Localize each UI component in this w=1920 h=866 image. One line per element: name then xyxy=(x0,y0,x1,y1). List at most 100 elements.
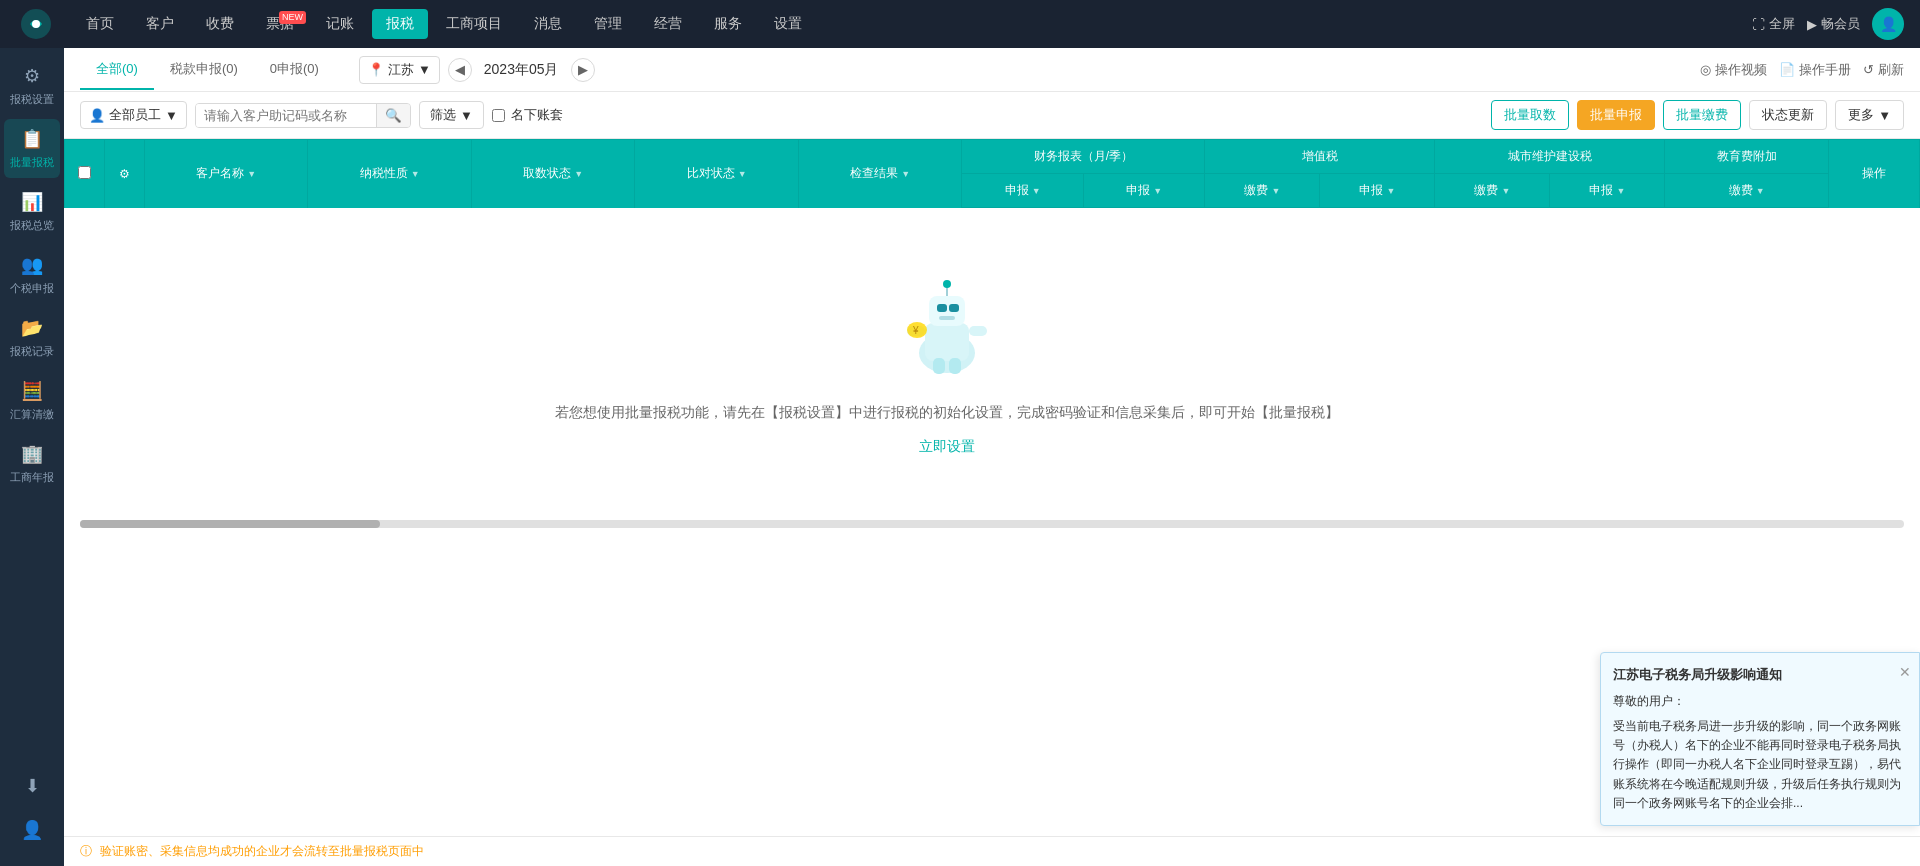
th-sort-customer[interactable]: 客户名称 xyxy=(196,165,256,182)
th-city-tax: 城市维护建设税 xyxy=(1435,140,1665,174)
tab-all[interactable]: 全部(0) xyxy=(80,50,154,90)
setup-link[interactable]: 立即设置 xyxy=(919,438,975,456)
batch-report-btn[interactable]: 批量申报 xyxy=(1577,100,1655,130)
svg-rect-12 xyxy=(933,358,945,374)
sidebar-item-annual-report[interactable]: 🏢 工商年报 xyxy=(4,434,60,493)
member-icon: ▶ xyxy=(1807,17,1817,32)
batch-pay-btn[interactable]: 批量缴费 xyxy=(1663,100,1741,130)
sidebar-download[interactable]: ⬇ xyxy=(4,766,60,806)
annual-report-icon: 🏢 xyxy=(20,442,44,466)
nav-invoice[interactable]: 票据 NEW xyxy=(252,9,308,39)
personal-tax-icon: 👥 xyxy=(20,253,44,277)
left-sidebar: ⚙ 报税设置 📋 批量报税 📊 报税总览 👥 个税申报 📂 报税记录 🧮 汇算清… xyxy=(0,48,64,866)
nav-operation[interactable]: 经营 xyxy=(640,9,696,39)
notification-content: 受当前电子税务局进一步升级的影响，同一个政务网账号（办税人）名下的企业不能再同时… xyxy=(1613,717,1907,813)
region-selector[interactable]: 📍 江苏 ▼ xyxy=(359,56,440,84)
fullscreen-icon: ⛶ xyxy=(1752,17,1765,32)
svg-point-9 xyxy=(943,280,951,288)
person-icon: 👤 xyxy=(89,108,105,123)
sidebar-item-batch-tax[interactable]: 📋 批量报税 xyxy=(4,119,60,178)
th-settings: ⚙ xyxy=(105,140,145,208)
account-checkbox-label[interactable]: 名下账套 xyxy=(492,106,563,124)
th-sort-nature[interactable]: 纳税性质 xyxy=(360,165,420,182)
tab-tax-report[interactable]: 税款申报(0) xyxy=(154,50,254,90)
empty-text: 若您想使用批量报税功能，请先在【报税设置】中进行报税的初始化设置，完成密码验证和… xyxy=(555,404,1339,422)
svg-rect-3 xyxy=(925,323,969,361)
bottom-bar-text: 验证账密、采集信息均成功的企业才会流转至批量报税页面中 xyxy=(100,843,424,860)
user-avatar[interactable]: 👤 xyxy=(1872,8,1904,40)
th-city-pay: 缴费 xyxy=(1435,174,1550,208)
member-btn[interactable]: ▶ 畅会员 xyxy=(1807,15,1860,33)
nav-message[interactable]: 消息 xyxy=(520,9,576,39)
sidebar-item-tax-records[interactable]: 📂 报税记录 xyxy=(4,308,60,367)
chevron-down-icon: ▼ xyxy=(418,62,431,77)
refresh-icon: ↺ xyxy=(1863,62,1874,77)
operation-manual-btn[interactable]: 📄 操作手册 xyxy=(1779,61,1851,79)
settings-icon: ⚙ xyxy=(119,167,130,181)
th-check-result: 检查结果 xyxy=(798,140,961,208)
tax-records-icon: 📂 xyxy=(20,316,44,340)
svg-rect-5 xyxy=(937,304,947,312)
tab-right-actions: ◎ 操作视频 📄 操作手册 ↺ 刷新 xyxy=(1700,61,1904,79)
filter-button[interactable]: 筛选 ▼ xyxy=(419,101,484,129)
status-update-btn[interactable]: 状态更新 xyxy=(1749,100,1827,130)
nav-service[interactable]: 服务 xyxy=(700,9,756,39)
prev-month-btn[interactable]: ◀ xyxy=(448,58,472,82)
location-icon: 📍 xyxy=(368,62,384,77)
th-customer-name: 客户名称 xyxy=(145,140,308,208)
app-logo xyxy=(16,4,56,44)
nav-business[interactable]: 工商项目 xyxy=(432,9,516,39)
sidebar-item-tax-settings[interactable]: ⚙ 报税设置 xyxy=(4,56,60,115)
nav-manage[interactable]: 管理 xyxy=(580,9,636,39)
th-sort-vat-pay[interactable]: 缴费 xyxy=(1244,182,1280,199)
video-icon: ◎ xyxy=(1700,62,1711,77)
tab-bar: 全部(0) 税款申报(0) 0申报(0) 📍 江苏 ▼ ◀ 2023年05月 ▶ xyxy=(64,48,1920,92)
th-sort-check[interactable]: 检查结果 xyxy=(850,165,910,182)
nav-settings[interactable]: 设置 xyxy=(760,9,816,39)
tab-zero-report[interactable]: 0申报(0) xyxy=(254,50,335,90)
th-financial-report-declare: 申报 xyxy=(962,174,1084,208)
search-button[interactable]: 🔍 xyxy=(376,104,410,127)
nav-home[interactable]: 首页 xyxy=(72,9,128,39)
select-all-checkbox[interactable] xyxy=(78,166,91,179)
account-checkbox[interactable] xyxy=(492,109,505,122)
horizontal-scrollbar[interactable] xyxy=(80,520,1904,528)
svg-rect-6 xyxy=(949,304,959,312)
sidebar-item-personal-tax[interactable]: 👥 个税申报 xyxy=(4,245,60,304)
operation-video-btn[interactable]: ◎ 操作视频 xyxy=(1700,61,1767,79)
notification-close-btn[interactable]: ✕ xyxy=(1899,661,1911,683)
th-sort-fetch[interactable]: 取数状态 xyxy=(523,165,583,182)
more-btn[interactable]: 更多 ▼ xyxy=(1835,100,1904,130)
search-input[interactable] xyxy=(196,104,376,127)
th-sort-compare[interactable]: 比对状态 xyxy=(687,165,747,182)
notification-popup: 江苏电子税务局升级影响通知 ✕ 尊敬的用户： 受当前电子税务局进一步升级的影响，… xyxy=(1600,652,1920,826)
th-sort-vat-declare[interactable]: 申报 xyxy=(1126,182,1162,199)
th-edu-pay: 缴费 xyxy=(1665,174,1829,208)
new-badge: NEW xyxy=(279,11,306,24)
chevron-down-icon: ▼ xyxy=(1878,108,1891,123)
sidebar-item-annual-settlement[interactable]: 🧮 汇算清缴 xyxy=(4,371,60,430)
sidebar-user[interactable]: 👤 xyxy=(4,810,60,850)
nav-customer[interactable]: 客户 xyxy=(132,9,188,39)
manual-icon: 📄 xyxy=(1779,62,1795,77)
sidebar-item-tax-overview[interactable]: 📊 报税总览 xyxy=(4,182,60,241)
batch-tax-icon: 📋 xyxy=(20,127,44,151)
notification-title: 江苏电子税务局升级影响通知 xyxy=(1613,665,1907,686)
th-operation: 操作 xyxy=(1829,140,1920,208)
th-sort-edu-pay[interactable]: 缴费 xyxy=(1729,182,1765,199)
th-vat-pay: 缴费 xyxy=(1205,174,1320,208)
next-month-btn[interactable]: ▶ xyxy=(571,58,595,82)
toolbar-right: 批量取数 批量申报 批量缴费 状态更新 更多 ▼ xyxy=(1491,100,1904,130)
chevron-down-icon: ▼ xyxy=(460,108,473,123)
batch-fetch-btn[interactable]: 批量取数 xyxy=(1491,100,1569,130)
th-sort-city-pay[interactable]: 缴费 xyxy=(1474,182,1510,199)
employee-select[interactable]: 👤 全部员工 ▼ xyxy=(80,101,187,129)
th-sort-fin-declare[interactable]: 申报 xyxy=(1005,182,1041,199)
th-sort-city-declare[interactable]: 申报 xyxy=(1359,182,1395,199)
fullscreen-btn[interactable]: ⛶ 全屏 xyxy=(1752,15,1795,33)
refresh-btn[interactable]: ↺ 刷新 xyxy=(1863,61,1904,79)
th-sort-edu-declare[interactable]: 申报 xyxy=(1589,182,1625,199)
nav-tax[interactable]: 报税 xyxy=(372,9,428,39)
nav-accounting[interactable]: 记账 xyxy=(312,9,368,39)
nav-fee[interactable]: 收费 xyxy=(192,9,248,39)
